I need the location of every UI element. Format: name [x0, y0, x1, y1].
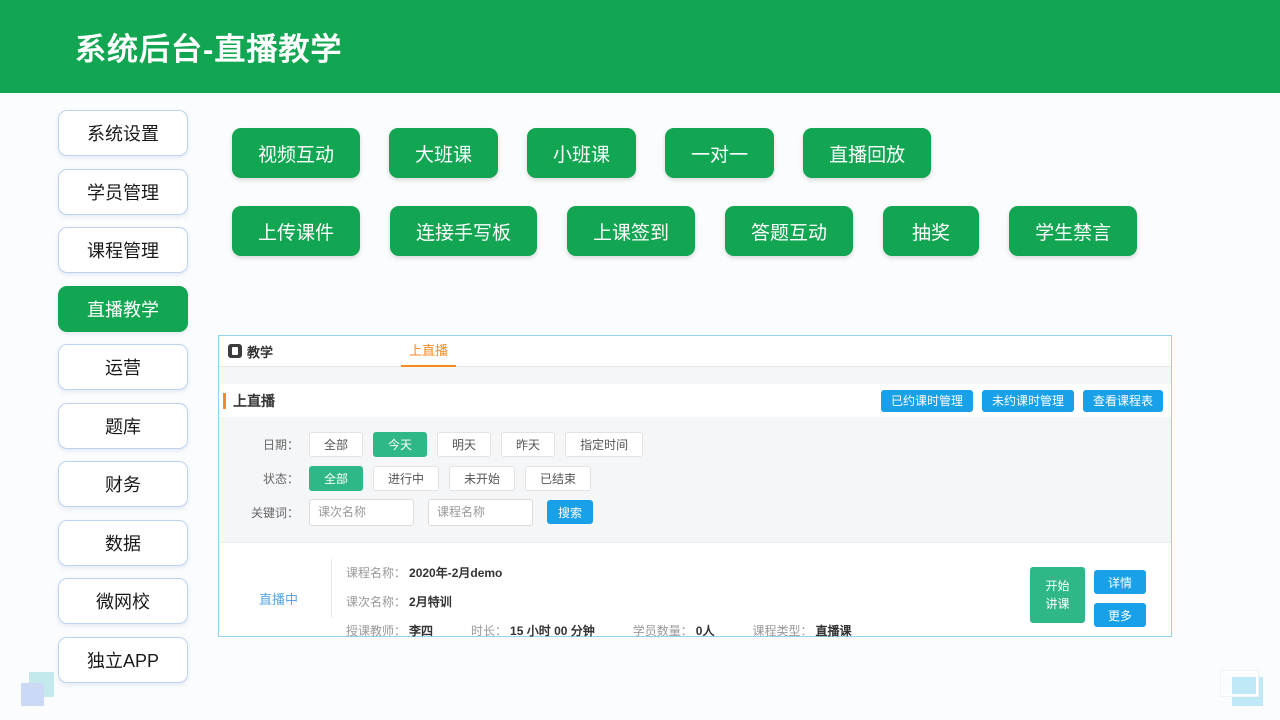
students-pair: 学员数量： 0人: [633, 622, 715, 639]
duration-value: 15 小时 00 分钟: [510, 622, 595, 639]
sidebar-item-question-bank[interactable]: 题库: [58, 403, 188, 449]
start-lecture-button[interactable]: 开始 讲课: [1030, 567, 1085, 623]
feature-video-interaction[interactable]: 视频互动: [232, 128, 360, 178]
students-label: 学员数量：: [633, 622, 693, 639]
date-option-custom[interactable]: 指定时间: [565, 432, 643, 457]
feature-row-1: 视频互动 大班课 小班课 一对一 直播回放: [232, 128, 1182, 178]
status-filter-label: 状态：: [247, 470, 299, 487]
teacher-label: 授课教师：: [346, 622, 406, 639]
feature-quiz-interaction[interactable]: 答题互动: [725, 206, 853, 256]
page-title: 系统后台-直播教学: [0, 24, 342, 69]
course-type-value: 直播课: [815, 622, 851, 639]
sidebar-item-operations[interactable]: 运营: [58, 344, 188, 390]
filter-area: 日期： 全部 今天 明天 昨天 指定时间 状态： 全部 进行中 未开始 已结束 …: [219, 417, 1171, 542]
course-name-line: 课程名称： 2020年-2月demo: [346, 565, 889, 579]
status-option-ended[interactable]: 已结束: [525, 466, 591, 491]
course-name-value: 2020年-2月demo: [409, 564, 502, 581]
students-value: 0人: [696, 622, 715, 639]
sidebar-item-finance[interactable]: 财务: [58, 461, 188, 507]
status-option-not-started[interactable]: 未开始: [449, 466, 515, 491]
date-option-tomorrow[interactable]: 明天: [437, 432, 491, 457]
keyword-filter-row: 关键词： 搜索: [247, 499, 1171, 525]
status-option-all[interactable]: 全部: [309, 466, 363, 491]
decoration-square-outline-right: [1221, 671, 1258, 696]
search-button[interactable]: 搜索: [547, 500, 593, 524]
lesson-details: 课程名称： 2020年-2月demo 课次名称： 2月特训 授课教师： 李四 时…: [346, 565, 889, 652]
teaching-app-entry[interactable]: 教学: [228, 342, 273, 361]
lesson-meta-line: 授课教师： 李四 时长： 15 小时 00 分钟 学员数量： 0人 课程类型： …: [346, 623, 889, 637]
more-button[interactable]: 更多: [1094, 603, 1146, 627]
lesson-name-line: 课次名称： 2月特训: [346, 594, 889, 608]
lesson-name-value: 2月特训: [409, 593, 452, 610]
feature-live-replay[interactable]: 直播回放: [803, 128, 931, 178]
decoration-square-lavender-left: [21, 683, 44, 706]
date-option-yesterday[interactable]: 昨天: [501, 432, 555, 457]
date-option-today[interactable]: 今天: [373, 432, 427, 457]
feature-handwriting-board[interactable]: 连接手写板: [390, 206, 537, 256]
lesson-name-input[interactable]: [309, 499, 414, 526]
feature-large-class[interactable]: 大班课: [389, 128, 498, 178]
date-option-all[interactable]: 全部: [309, 432, 363, 457]
feature-one-on-one[interactable]: 一对一: [665, 128, 774, 178]
panel-tabbar: 教学 上直播: [219, 336, 1171, 367]
feature-upload-courseware[interactable]: 上传课件: [232, 206, 360, 256]
live-admin-panel: 教学 上直播 上直播 已约课时管理 未约课时管理 查看课程表 日期： 全部 今天…: [218, 335, 1172, 637]
feature-mute-students[interactable]: 学生禁言: [1009, 206, 1137, 256]
record-mini-actions: 详情 更多: [1094, 570, 1146, 627]
feature-small-class[interactable]: 小班课: [527, 128, 636, 178]
view-timetable-button[interactable]: 查看课程表: [1083, 390, 1163, 412]
status-option-ongoing[interactable]: 进行中: [373, 466, 439, 491]
feature-buttons: 视频互动 大班课 小班课 一对一 直播回放 上传课件 连接手写板 上课签到 答题…: [232, 128, 1182, 284]
date-filter-row: 日期： 全部 今天 明天 昨天 指定时间: [247, 431, 1171, 457]
date-filter-label: 日期：: [247, 436, 299, 453]
sidebar-item-course-management[interactable]: 课程管理: [58, 227, 188, 273]
live-status-badge: 直播中: [259, 589, 298, 608]
sidebar-item-live-teaching[interactable]: 直播教学: [58, 286, 188, 332]
course-type-pair: 课程类型： 直播课: [752, 622, 851, 639]
teaching-app-icon: [228, 344, 242, 358]
booked-lessons-button[interactable]: 已约课时管理: [881, 390, 973, 412]
teacher-pair: 授课教师： 李四: [346, 622, 433, 639]
sidebar-item-system-settings[interactable]: 系统设置: [58, 110, 188, 156]
start-lecture-line2: 讲课: [1045, 597, 1069, 611]
lesson-name-label: 课次名称：: [346, 593, 406, 610]
start-lecture-line1: 开始: [1045, 579, 1069, 593]
teaching-app-label: 教学: [247, 342, 273, 361]
course-name-label: 课程名称：: [346, 564, 406, 581]
sidebar: 系统设置 学员管理 课程管理 直播教学 运营 题库 财务 数据 微网校 独立AP…: [58, 110, 188, 695]
course-name-input[interactable]: [428, 499, 533, 526]
duration-pair: 时长： 15 小时 00 分钟: [471, 622, 595, 639]
status-filter-row: 状态： 全部 进行中 未开始 已结束: [247, 465, 1171, 491]
sidebar-item-standalone-app[interactable]: 独立APP: [58, 637, 188, 683]
sidebar-item-micro-school[interactable]: 微网校: [58, 578, 188, 624]
course-type-label: 课程类型：: [752, 622, 812, 639]
vertical-divider: [331, 559, 332, 618]
tab-go-live[interactable]: 上直播: [401, 336, 456, 367]
feature-lottery[interactable]: 抽奖: [883, 206, 979, 256]
detail-button[interactable]: 详情: [1094, 570, 1146, 594]
page-header: 系统后台-直播教学: [0, 0, 1280, 93]
lesson-record-row: 直播中 课程名称： 2020年-2月demo 课次名称： 2月特训 授课教师： …: [219, 542, 1171, 636]
orange-accent-bar: [223, 393, 226, 409]
unbooked-lessons-button[interactable]: 未约课时管理: [982, 390, 1074, 412]
keyword-filter-label: 关键词：: [247, 504, 299, 521]
section-title: 上直播: [233, 391, 275, 411]
duration-label: 时长：: [471, 622, 507, 639]
sidebar-item-data[interactable]: 数据: [58, 520, 188, 566]
feature-row-2: 上传课件 连接手写板 上课签到 答题互动 抽奖 学生禁言: [232, 206, 1182, 256]
sidebar-item-student-management[interactable]: 学员管理: [58, 169, 188, 215]
section-header: 上直播 已约课时管理 未约课时管理 查看课程表: [219, 384, 1171, 417]
section-actions: 已约课时管理 未约课时管理 查看课程表: [881, 390, 1163, 412]
feature-class-signin[interactable]: 上课签到: [567, 206, 695, 256]
teacher-value: 李四: [409, 622, 433, 639]
